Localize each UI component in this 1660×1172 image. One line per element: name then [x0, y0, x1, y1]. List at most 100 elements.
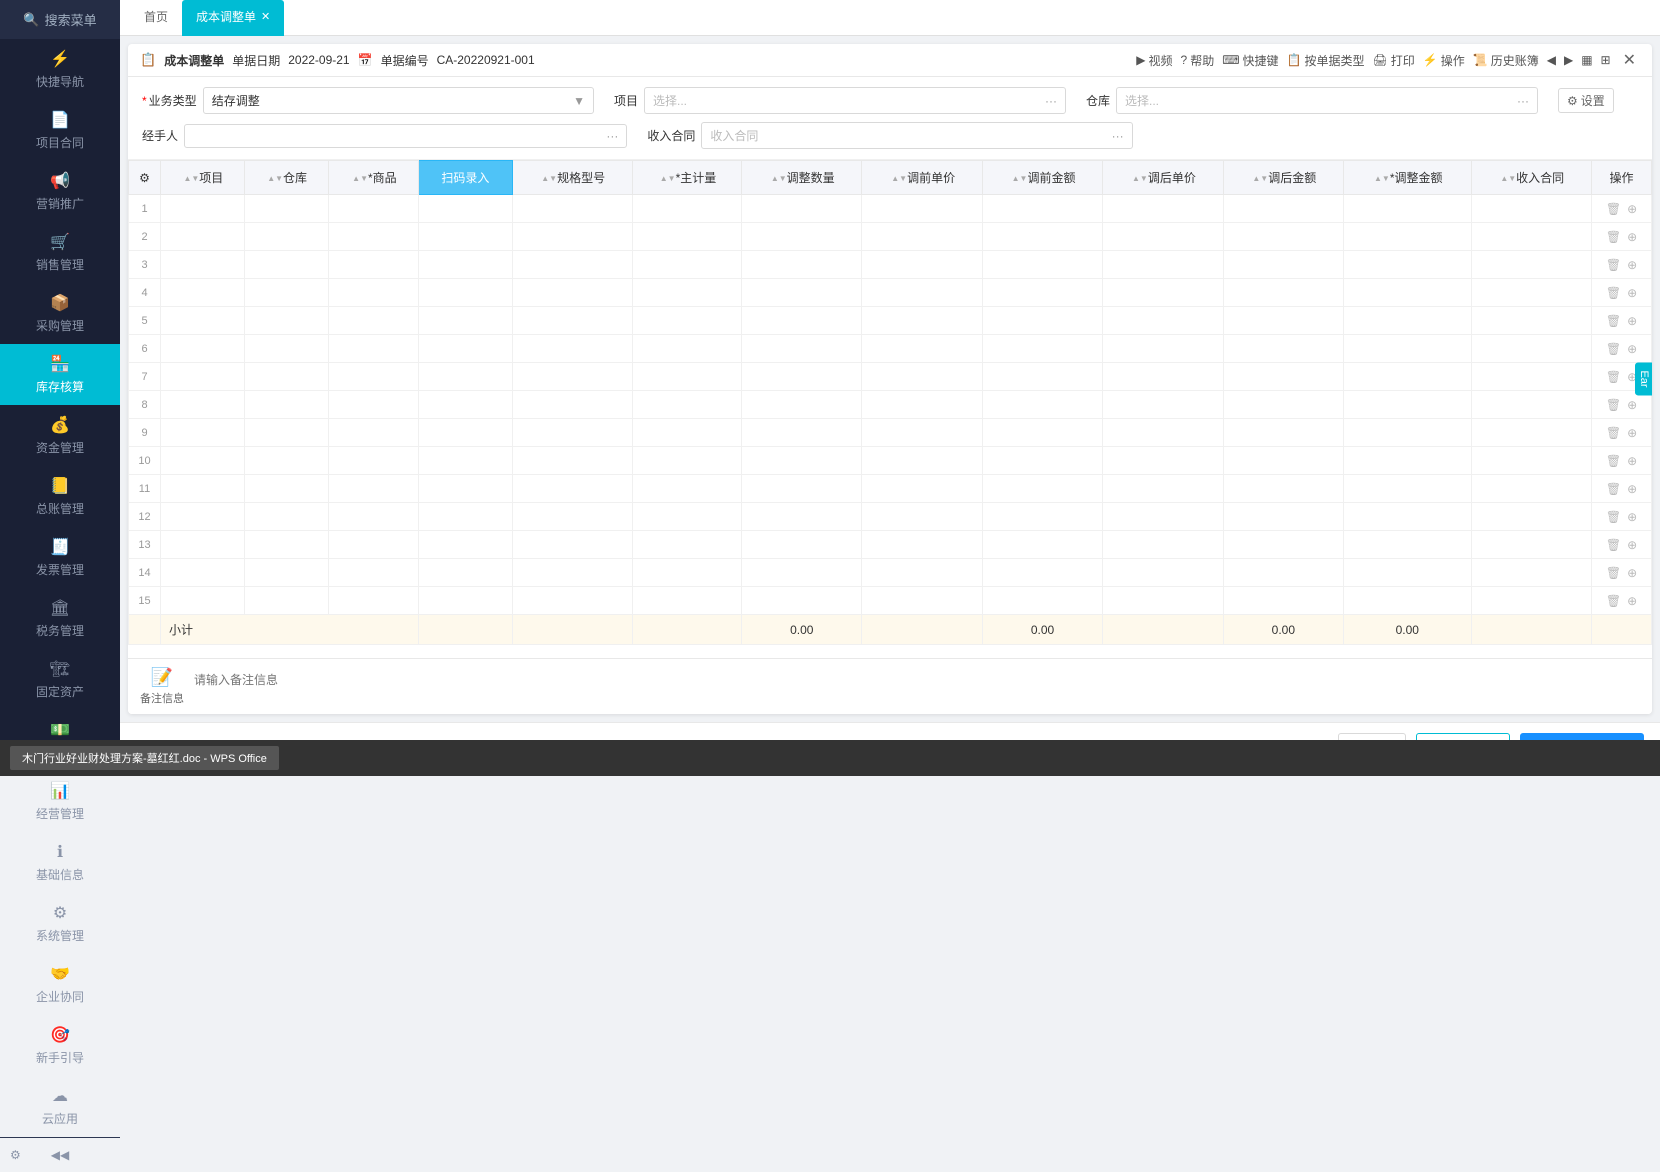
th-scan-input[interactable]: 扫码录入	[419, 161, 512, 195]
delete-row-button[interactable]: 🗑	[1606, 258, 1621, 272]
table-cell[interactable]	[632, 559, 741, 587]
th-project[interactable]: ▲▼项目	[161, 161, 245, 195]
delete-row-button[interactable]: 🗑	[1606, 370, 1621, 384]
copy-row-button[interactable]: ⊕	[1627, 230, 1637, 244]
delete-row-button[interactable]: 🗑	[1606, 538, 1621, 552]
table-cell[interactable]	[512, 363, 632, 391]
sidebar-search[interactable]: 🔍 搜索菜单	[0, 0, 120, 39]
table-cell[interactable]	[161, 419, 245, 447]
th-income-contract[interactable]: ▲▼收入合同	[1471, 161, 1591, 195]
table-cell[interactable]	[419, 587, 512, 615]
tab-home[interactable]: 首页	[130, 0, 182, 36]
table-cell[interactable]	[244, 251, 328, 279]
delete-row-button[interactable]: 🗑	[1606, 342, 1621, 356]
table-cell[interactable]	[328, 279, 419, 307]
income-contract-input[interactable]: 收入合同 ···	[701, 122, 1132, 149]
date-icon[interactable]: 📅	[358, 53, 373, 67]
th-before-amount[interactable]: ▲▼调前金额	[982, 161, 1102, 195]
sidebar-item-ops-mgmt[interactable]: 📊 经营管理	[0, 771, 120, 832]
delete-row-button[interactable]: 🗑	[1606, 230, 1621, 244]
sidebar-item-system-mgmt[interactable]: ⚙ 系统管理	[0, 893, 120, 954]
table-cell[interactable]	[328, 363, 419, 391]
delete-row-button[interactable]: 🗑	[1606, 314, 1621, 328]
th-spec[interactable]: ▲▼规格型号	[512, 161, 632, 195]
table-cell[interactable]	[512, 335, 632, 363]
sidebar-item-purchase-mgmt[interactable]: 📦 采购管理	[0, 283, 120, 344]
table-cell[interactable]	[328, 587, 419, 615]
table-cell[interactable]	[419, 307, 512, 335]
table-cell[interactable]	[512, 391, 632, 419]
table-cell[interactable]	[244, 447, 328, 475]
th-config[interactable]: ⚙	[129, 161, 161, 195]
copy-row-button[interactable]: ⊕	[1627, 342, 1637, 356]
table-cell[interactable]	[632, 419, 741, 447]
toolbar-help[interactable]: ? 帮助	[1181, 52, 1215, 69]
table-cell[interactable]	[632, 223, 741, 251]
table-cell[interactable]	[632, 251, 741, 279]
table-cell[interactable]	[512, 503, 632, 531]
table-cell[interactable]	[632, 279, 741, 307]
copy-row-button[interactable]: ⊕	[1627, 538, 1637, 552]
table-cell[interactable]	[632, 587, 741, 615]
taskbar-item[interactable]: 木门行业好业财处理方案-墓红红.doc - WPS Office	[10, 746, 279, 770]
delete-row-button[interactable]: 🗑	[1606, 398, 1621, 412]
copy-row-button[interactable]: ⊕	[1627, 566, 1637, 580]
table-cell[interactable]	[328, 223, 419, 251]
table-cell[interactable]	[512, 447, 632, 475]
table-cell[interactable]	[419, 279, 512, 307]
th-before-price[interactable]: ▲▼调前单价	[862, 161, 982, 195]
table-cell[interactable]	[328, 251, 419, 279]
table-cell[interactable]	[632, 335, 741, 363]
table-cell[interactable]	[419, 335, 512, 363]
table-cell[interactable]	[244, 419, 328, 447]
table-cell[interactable]	[512, 559, 632, 587]
table-cell[interactable]	[328, 503, 419, 531]
table-cell[interactable]	[161, 279, 245, 307]
table-cell[interactable]	[419, 503, 512, 531]
copy-row-button[interactable]: ⊕	[1627, 398, 1637, 412]
notes-input[interactable]	[194, 667, 1640, 703]
th-warehouse[interactable]: ▲▼仓库	[244, 161, 328, 195]
delete-row-button[interactable]: 🗑	[1606, 482, 1621, 496]
collapse-icon[interactable]: ◀◀	[51, 1148, 69, 1162]
sidebar-item-fund-mgmt[interactable]: 💰 资金管理	[0, 405, 120, 466]
toolbar-operate[interactable]: ⚡ 操作	[1423, 52, 1465, 69]
table-cell[interactable]	[161, 531, 245, 559]
settings-button[interactable]: ⚙ 设置	[1558, 88, 1614, 113]
copy-row-button[interactable]: ⊕	[1627, 202, 1637, 216]
sidebar-bottom-actions[interactable]: ⚙ ◀◀	[0, 1137, 120, 1172]
copy-row-button[interactable]: ⊕	[1627, 426, 1637, 440]
table-cell[interactable]	[419, 559, 512, 587]
sidebar-item-basic-info[interactable]: ℹ 基础信息	[0, 832, 120, 893]
table-cell[interactable]	[512, 195, 632, 223]
table-cell[interactable]	[512, 279, 632, 307]
copy-row-button[interactable]: ⊕	[1627, 314, 1637, 328]
sidebar-item-inventory-calc[interactable]: 🏪 库存核算	[0, 344, 120, 405]
th-after-amount[interactable]: ▲▼调后金额	[1223, 161, 1343, 195]
table-cell[interactable]	[161, 559, 245, 587]
table-cell[interactable]	[161, 195, 245, 223]
table-cell[interactable]	[512, 307, 632, 335]
table-cell[interactable]	[328, 419, 419, 447]
sidebar-item-sales-mgmt[interactable]: 🛒 销售管理	[0, 222, 120, 283]
table-cell[interactable]	[161, 335, 245, 363]
table-cell[interactable]	[328, 531, 419, 559]
table-cell[interactable]	[512, 223, 632, 251]
th-adjust-qty[interactable]: ▲▼调整数量	[742, 161, 862, 195]
table-cell[interactable]	[244, 503, 328, 531]
table-cell[interactable]	[512, 475, 632, 503]
delete-row-button[interactable]: 🗑	[1606, 202, 1621, 216]
sidebar-item-new-guide[interactable]: 🎯 新手引导	[0, 1015, 120, 1076]
delete-row-button[interactable]: 🗑	[1606, 286, 1621, 300]
table-cell[interactable]	[328, 391, 419, 419]
sidebar-item-fixed-assets[interactable]: 🏗 固定资产	[0, 649, 120, 710]
business-type-select[interactable]: 结存调整 ▼	[203, 87, 594, 114]
table-cell[interactable]	[512, 251, 632, 279]
toolbar-nav-prev[interactable]: ◀	[1547, 53, 1556, 67]
sidebar-item-sales-promo[interactable]: 📢 营销推广	[0, 161, 120, 222]
tab-close-icon[interactable]: ✕	[261, 10, 270, 23]
th-product[interactable]: ▲▼*商品	[328, 161, 419, 195]
copy-row-button[interactable]: ⊕	[1627, 258, 1637, 272]
toolbar-view[interactable]: ▶ 视频	[1136, 52, 1172, 69]
table-cell[interactable]	[419, 531, 512, 559]
